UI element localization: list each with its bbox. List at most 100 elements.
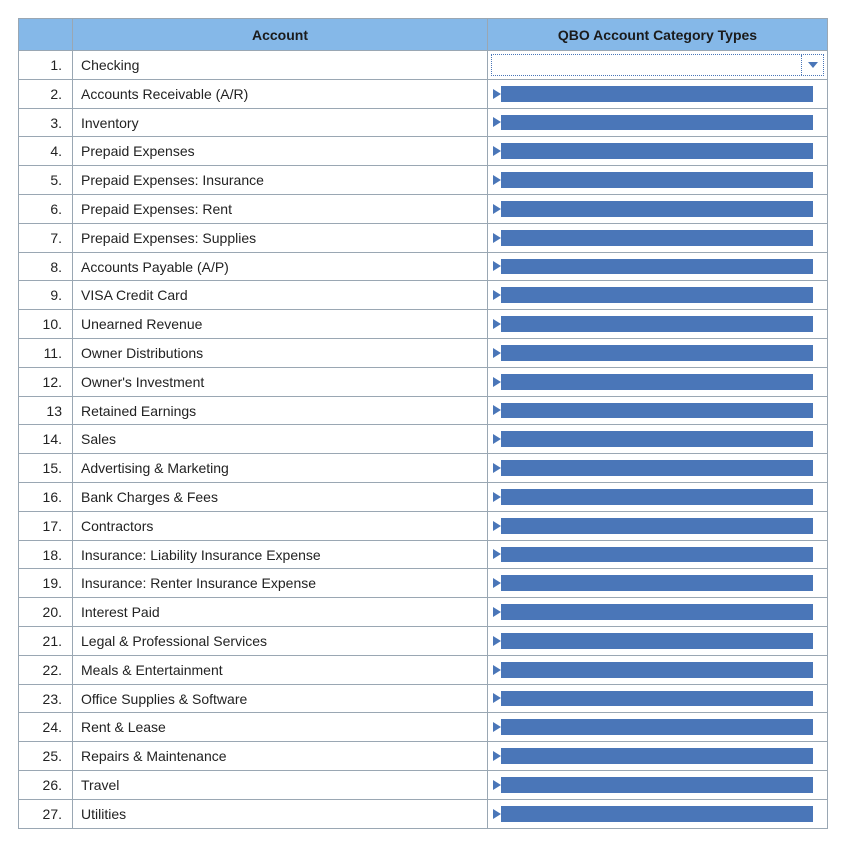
- category-bar: [501, 374, 813, 390]
- account-name: Owner's Investment: [73, 368, 488, 397]
- category-cell[interactable]: [488, 569, 828, 598]
- category-dropdown[interactable]: [491, 54, 824, 76]
- category-fill[interactable]: [491, 716, 813, 738]
- category-fill[interactable]: [491, 630, 813, 652]
- account-name: Checking: [73, 51, 488, 80]
- cell-marker-icon: [493, 319, 501, 329]
- category-fill[interactable]: [491, 227, 813, 249]
- row-number: 22.: [19, 656, 73, 685]
- account-name: Unearned Revenue: [73, 310, 488, 339]
- category-fill[interactable]: [491, 515, 813, 537]
- category-cell[interactable]: [488, 51, 828, 80]
- cell-marker-icon: [493, 665, 501, 675]
- category-cell[interactable]: [488, 137, 828, 166]
- category-cell[interactable]: [488, 310, 828, 339]
- category-fill[interactable]: [491, 313, 813, 335]
- row-number: 6.: [19, 195, 73, 224]
- account-name: VISA Credit Card: [73, 281, 488, 310]
- category-fill[interactable]: [491, 745, 813, 767]
- category-cell[interactable]: [488, 771, 828, 800]
- cell-marker-icon: [493, 722, 501, 732]
- category-cell[interactable]: [488, 109, 828, 138]
- category-bar: [501, 345, 813, 361]
- row-number: 7.: [19, 224, 73, 253]
- cell-marker-icon: [493, 434, 501, 444]
- row-number: 25.: [19, 742, 73, 771]
- account-name: Office Supplies & Software: [73, 685, 488, 714]
- category-cell[interactable]: [488, 425, 828, 454]
- category-fill[interactable]: [491, 601, 813, 623]
- cell-marker-icon: [493, 492, 501, 502]
- category-fill[interactable]: [491, 428, 813, 450]
- category-cell[interactable]: [488, 512, 828, 541]
- category-bar: [501, 806, 813, 822]
- category-cell[interactable]: [488, 454, 828, 483]
- cell-marker-icon: [493, 146, 501, 156]
- category-cell[interactable]: [488, 800, 828, 829]
- category-dropdown-value[interactable]: [492, 55, 801, 75]
- cell-marker-icon: [493, 463, 501, 473]
- category-bar: [501, 115, 813, 131]
- row-number: 8.: [19, 253, 73, 282]
- category-bar: [501, 777, 813, 793]
- category-fill[interactable]: [491, 486, 813, 508]
- category-fill[interactable]: [491, 572, 813, 594]
- category-bar: [501, 172, 813, 188]
- category-fill[interactable]: [491, 198, 813, 220]
- cell-marker-icon: [493, 233, 501, 243]
- category-fill[interactable]: [491, 112, 813, 134]
- category-fill[interactable]: [491, 169, 813, 191]
- category-cell[interactable]: [488, 742, 828, 771]
- category-bar: [501, 403, 813, 419]
- category-fill[interactable]: [491, 400, 813, 422]
- category-fill[interactable]: [491, 371, 813, 393]
- category-fill[interactable]: [491, 774, 813, 796]
- category-cell[interactable]: [488, 656, 828, 685]
- category-fill[interactable]: [491, 284, 813, 306]
- category-cell[interactable]: [488, 339, 828, 368]
- category-cell[interactable]: [488, 713, 828, 742]
- category-fill[interactable]: [491, 256, 813, 278]
- account-name: Prepaid Expenses: Supplies: [73, 224, 488, 253]
- category-fill[interactable]: [491, 659, 813, 681]
- category-cell[interactable]: [488, 281, 828, 310]
- category-cell[interactable]: [488, 483, 828, 512]
- account-name: Repairs & Maintenance: [73, 742, 488, 771]
- category-cell[interactable]: [488, 598, 828, 627]
- header-row-number: [19, 19, 73, 51]
- category-fill[interactable]: [491, 140, 813, 162]
- cell-marker-icon: [493, 780, 501, 790]
- category-cell[interactable]: [488, 195, 828, 224]
- cell-marker-icon: [493, 405, 501, 415]
- category-cell[interactable]: [488, 253, 828, 282]
- category-cell[interactable]: [488, 627, 828, 656]
- category-bar: [501, 691, 813, 707]
- account-name: Legal & Professional Services: [73, 627, 488, 656]
- category-fill[interactable]: [491, 83, 813, 105]
- account-name: Advertising & Marketing: [73, 454, 488, 483]
- account-name: Utilities: [73, 800, 488, 829]
- row-number: 20.: [19, 598, 73, 627]
- category-fill[interactable]: [491, 688, 813, 710]
- category-bar: [501, 431, 813, 447]
- category-cell[interactable]: [488, 80, 828, 109]
- category-fill[interactable]: [491, 457, 813, 479]
- category-fill[interactable]: [491, 803, 813, 825]
- accounts-table: Account QBO Account Category Types 1.Che…: [18, 18, 828, 829]
- cell-marker-icon: [493, 89, 501, 99]
- category-cell[interactable]: [488, 685, 828, 714]
- account-name: Prepaid Expenses: Rent: [73, 195, 488, 224]
- chevron-down-icon: [808, 62, 818, 68]
- category-fill[interactable]: [491, 544, 813, 566]
- category-cell[interactable]: [488, 397, 828, 426]
- dropdown-toggle-button[interactable]: [801, 55, 823, 75]
- category-cell[interactable]: [488, 541, 828, 570]
- category-cell[interactable]: [488, 166, 828, 195]
- cell-marker-icon: [493, 117, 501, 127]
- category-cell[interactable]: [488, 224, 828, 253]
- cell-marker-icon: [493, 809, 501, 819]
- category-fill[interactable]: [491, 342, 813, 364]
- category-cell[interactable]: [488, 368, 828, 397]
- row-number: 23.: [19, 685, 73, 714]
- cell-marker-icon: [493, 204, 501, 214]
